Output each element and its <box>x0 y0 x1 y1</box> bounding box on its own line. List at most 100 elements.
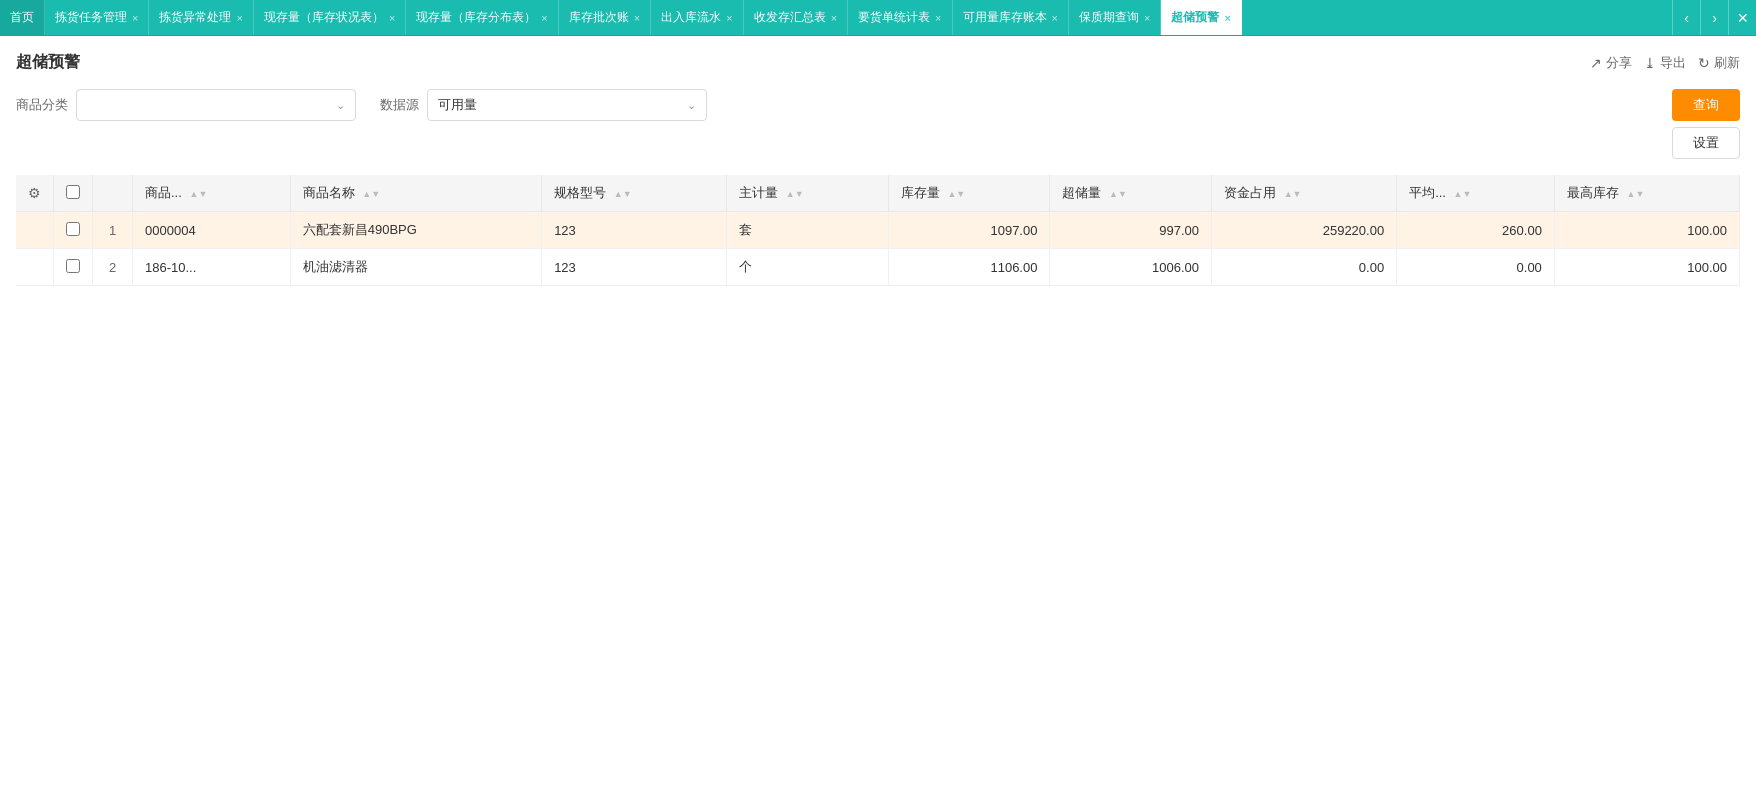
nav-tab-overstock-warning[interactable]: 超储预警 × <box>1161 0 1241 36</box>
row-unit-0: 套 <box>727 212 889 249</box>
close-tab-task-mgmt[interactable]: × <box>132 12 138 24</box>
export-icon: ⤓ <box>1644 55 1656 71</box>
col-avg-header[interactable]: 平均... ▲▼ <box>1397 175 1555 212</box>
nav-tab-collect-summary[interactable]: 收发存汇总表 × <box>744 0 848 36</box>
nav-tab-order-stats[interactable]: 要货单统计表 × <box>848 0 952 36</box>
nav-tab-task-mgmt[interactable]: 拣货任务管理 × <box>45 0 149 36</box>
sort-product-name-icon: ▲▼ <box>362 190 380 199</box>
data-table: ⚙ 商品... ▲▼ 商品名称 ▲▼ 规格型号 ▲▼ <box>16 175 1740 286</box>
row-product-code-1: 186-10... <box>133 249 291 286</box>
close-tab-inv-status[interactable]: × <box>389 12 395 24</box>
nav-arrow-right[interactable]: › <box>1700 0 1728 36</box>
table-row: 2 186-10... 机油滤清器 123 个 1106.00 1006.00 … <box>16 249 1740 286</box>
row-spec-1: 123 <box>542 249 727 286</box>
nav-tab-exception-handling[interactable]: 拣货异常处理 × <box>149 0 253 36</box>
row-product-name-1: 机油滤清器 <box>290 249 541 286</box>
col-spec-header[interactable]: 规格型号 ▲▼ <box>542 175 727 212</box>
top-nav: 首页 拣货任务管理 × 拣货异常处理 × 现存量（库存状况表） × 现存量（库存… <box>0 0 1756 36</box>
row-product-name-0: 六配套新昌490BPG <box>290 212 541 249</box>
sort-max-inv-icon: ▲▼ <box>1626 190 1644 199</box>
nav-arrows: ‹ › ✕ <box>1672 0 1756 36</box>
row-checkbox-0[interactable] <box>66 222 80 236</box>
datasource-select[interactable]: 可用量 ⌄ <box>427 89 707 121</box>
category-label: 商品分类 <box>16 96 68 114</box>
close-tab-inv-batch[interactable]: × <box>634 12 640 24</box>
nav-arrow-left[interactable]: ‹ <box>1672 0 1700 36</box>
share-button[interactable]: ↗ 分享 <box>1590 54 1632 72</box>
export-button[interactable]: ⤓ 导出 <box>1644 54 1686 72</box>
category-select[interactable]: ⌄ <box>76 89 356 121</box>
close-tab-order-stats[interactable]: × <box>935 12 941 24</box>
close-tab-overstock[interactable]: × <box>1224 12 1230 24</box>
nav-tab-inventory-dist[interactable]: 现存量（库存分布表） × <box>406 0 558 36</box>
row-seq-0: 1 <box>93 212 133 249</box>
row-inventory-0: 1097.00 <box>888 212 1050 249</box>
datasource-chevron-icon: ⌄ <box>687 99 696 112</box>
row-product-code-0: 0000004 <box>133 212 291 249</box>
query-button[interactable]: 查询 <box>1672 89 1740 121</box>
settings-icon: ⚙ <box>28 185 41 201</box>
col-product-code-header[interactable]: 商品... ▲▼ <box>133 175 291 212</box>
row-overstock-0: 997.00 <box>1050 212 1212 249</box>
row-inventory-1: 1106.00 <box>888 249 1050 286</box>
row-avg-0: 260.00 <box>1397 212 1555 249</box>
row-spec-0: 123 <box>542 212 727 249</box>
datasource-label: 数据源 <box>380 96 419 114</box>
row-checkbox-cell[interactable] <box>54 249 93 286</box>
row-seq-1: 2 <box>93 249 133 286</box>
nav-tab-inventory-status[interactable]: 现存量（库存状况表） × <box>254 0 406 36</box>
row-avg-1: 0.00 <box>1397 249 1555 286</box>
row-capital-0: 259220.00 <box>1212 212 1397 249</box>
nav-tab-home[interactable]: 首页 <box>0 0 45 36</box>
sort-inventory-icon: ▲▼ <box>947 190 965 199</box>
row-checkbox-1[interactable] <box>66 259 80 273</box>
row-overstock-1: 1006.00 <box>1050 249 1212 286</box>
close-tab-inv-dist[interactable]: × <box>541 12 547 24</box>
share-icon: ↗ <box>1590 55 1602 71</box>
close-tab-inout-flow[interactable]: × <box>726 12 732 24</box>
row-unit-1: 个 <box>727 249 889 286</box>
page-header: 超储预警 ↗ 分享 ⤓ 导出 ↻ 刷新 <box>16 52 1740 73</box>
filter-buttons: 查询 设置 <box>1672 89 1740 159</box>
nav-arrow-close-all[interactable]: ✕ <box>1728 0 1756 36</box>
setting-button[interactable]: 设置 <box>1672 127 1740 159</box>
table-row: 1 0000004 六配套新昌490BPG 123 套 1097.00 997.… <box>16 212 1740 249</box>
table-body: 1 0000004 六配套新昌490BPG 123 套 1097.00 997.… <box>16 212 1740 286</box>
nav-tab-quality-check[interactable]: 保质期查询 × <box>1069 0 1161 36</box>
datasource-value: 可用量 <box>438 96 477 114</box>
row-settings-cell <box>16 249 54 286</box>
select-all-checkbox[interactable] <box>66 185 80 199</box>
sort-overstock-icon: ▲▼ <box>1109 190 1127 199</box>
col-product-name-header[interactable]: 商品名称 ▲▼ <box>290 175 541 212</box>
col-overstock-header[interactable]: 超储量 ▲▼ <box>1050 175 1212 212</box>
close-tab-exception[interactable]: × <box>236 12 242 24</box>
sort-avg-icon: ▲▼ <box>1454 190 1472 199</box>
close-tab-collect[interactable]: × <box>831 12 837 24</box>
page-container: 超储预警 ↗ 分享 ⤓ 导出 ↻ 刷新 商品分类 ⌄ <box>0 36 1756 800</box>
col-max-inventory-header[interactable]: 最高库存 ▲▼ <box>1554 175 1739 212</box>
col-inventory-header[interactable]: 库存量 ▲▼ <box>888 175 1050 212</box>
col-unit-header[interactable]: 主计量 ▲▼ <box>727 175 889 212</box>
row-max-inv-0: 100.00 <box>1554 212 1739 249</box>
row-capital-1: 0.00 <box>1212 249 1397 286</box>
close-tab-quality[interactable]: × <box>1144 12 1150 24</box>
col-capital-header[interactable]: 资金占用 ▲▼ <box>1212 175 1397 212</box>
col-seq-header <box>93 175 133 212</box>
row-max-inv-1: 100.00 <box>1554 249 1739 286</box>
nav-tab-available-ledger[interactable]: 可用量库存账本 × <box>953 0 1069 36</box>
datasource-filter: 数据源 可用量 ⌄ <box>380 89 707 121</box>
sort-unit-icon: ▲▼ <box>786 190 804 199</box>
nav-tab-inout-flow[interactable]: 出入库流水 × <box>651 0 743 36</box>
page-title: 超储预警 <box>16 52 80 73</box>
close-tab-avail-ledger[interactable]: × <box>1052 12 1058 24</box>
col-checkbox-header[interactable] <box>54 175 93 212</box>
col-settings[interactable]: ⚙ <box>16 175 54 212</box>
table-header-row: ⚙ 商品... ▲▼ 商品名称 ▲▼ 规格型号 ▲▼ <box>16 175 1740 212</box>
row-checkbox-cell[interactable] <box>54 212 93 249</box>
sort-capital-icon: ▲▼ <box>1284 190 1302 199</box>
sort-spec-icon: ▲▼ <box>614 190 632 199</box>
nav-tab-inventory-batch[interactable]: 库存批次账 × <box>559 0 651 36</box>
category-chevron-icon: ⌄ <box>336 99 345 112</box>
header-actions: ↗ 分享 ⤓ 导出 ↻ 刷新 <box>1590 54 1740 72</box>
refresh-button[interactable]: ↻ 刷新 <box>1698 54 1740 72</box>
